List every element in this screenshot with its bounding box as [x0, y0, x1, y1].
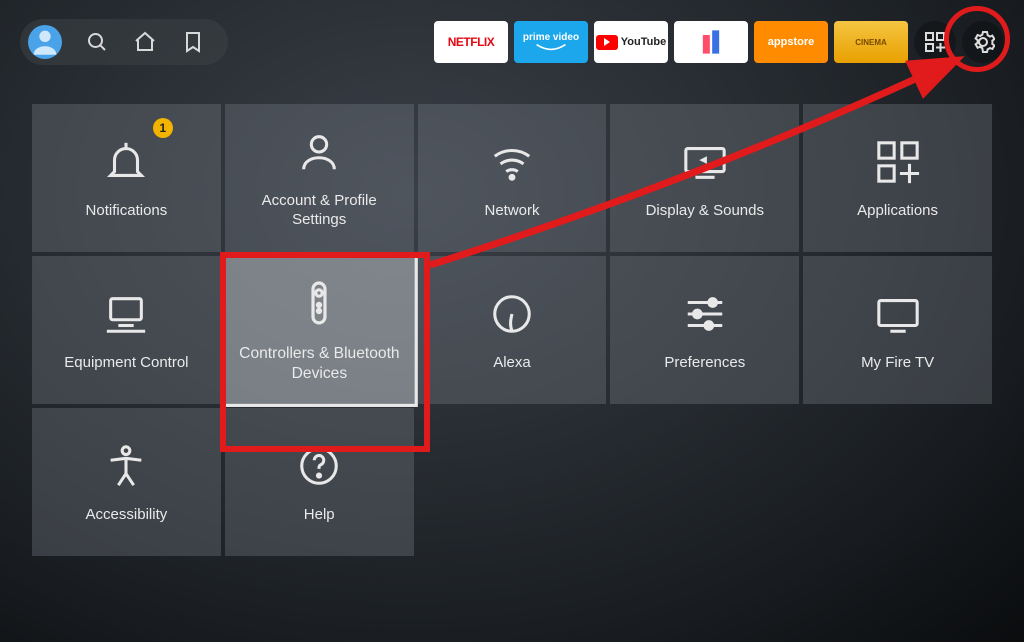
bookmark-button[interactable]	[180, 29, 206, 55]
tile-label: Alexa	[493, 354, 531, 373]
app-label: YouTube	[621, 36, 666, 48]
tile-preferences[interactable]: Preferences	[610, 256, 799, 404]
bell-icon	[103, 139, 149, 185]
notification-badge: 1	[153, 118, 173, 138]
app-label: prime video	[523, 33, 579, 43]
tile-label: My Fire TV	[861, 354, 934, 373]
alexa-icon	[489, 291, 535, 337]
gear-icon	[971, 30, 995, 54]
tile-label: Controllers & Bluetooth Devices	[236, 345, 402, 384]
tile-account[interactable]: Account & Profile Settings	[225, 104, 414, 252]
tile-label: Preferences	[664, 354, 745, 373]
display-icon	[682, 139, 728, 185]
app-prime-video[interactable]: prime video	[514, 21, 588, 63]
apps-grid-icon	[923, 30, 947, 54]
home-button[interactable]	[132, 29, 158, 55]
youtube-play-icon	[596, 35, 618, 50]
tile-my-fire-tv[interactable]: My Fire TV	[803, 256, 992, 404]
nav-left-cluster	[20, 19, 228, 65]
top-nav-bar: NETFLIX prime video YouTube appstore CIN…	[20, 18, 1004, 66]
tile-label: Notifications	[86, 202, 168, 221]
avatar-icon	[28, 25, 62, 59]
tile-equipment[interactable]: Equipment Control	[32, 256, 221, 404]
app-label: appstore	[768, 36, 814, 48]
settings-gear-button[interactable]	[962, 21, 1004, 63]
tile-label: Display & Sounds	[646, 202, 764, 221]
remote-icon	[295, 279, 343, 327]
profile-avatar[interactable]	[28, 25, 62, 59]
app-label: CINEMA	[855, 38, 887, 47]
help-icon	[296, 443, 342, 489]
settings-grid: 1 Notifications Account & Profile Settin…	[32, 104, 992, 556]
accessibility-icon	[103, 443, 149, 489]
tile-label: Help	[304, 506, 335, 525]
all-apps-button[interactable]	[914, 21, 956, 63]
account-icon	[296, 129, 342, 175]
app-cinema[interactable]: CINEMA	[834, 21, 908, 63]
app-youtube[interactable]: YouTube	[594, 21, 668, 63]
sliders-icon	[682, 291, 728, 337]
tile-display[interactable]: Display & Sounds	[610, 104, 799, 252]
prime-smile-icon	[534, 43, 568, 51]
tile-notifications[interactable]: 1 Notifications	[32, 104, 221, 252]
tile-help[interactable]: Help	[225, 408, 414, 556]
tile-label: Accessibility	[86, 506, 168, 525]
tv-icon	[875, 291, 921, 337]
tile-network[interactable]: Network	[418, 104, 607, 252]
app-watch[interactable]	[674, 21, 748, 63]
app-shortcut-strip: NETFLIX prime video YouTube appstore CIN…	[434, 21, 1004, 63]
tile-label: Account & Profile Settings	[239, 192, 399, 230]
home-icon	[133, 30, 157, 54]
app-netflix[interactable]: NETFLIX	[434, 21, 508, 63]
tile-alexa[interactable]: Alexa	[418, 256, 607, 404]
bookmark-icon	[181, 30, 205, 54]
watch-app-icon	[697, 28, 725, 56]
applications-icon	[875, 139, 921, 185]
tile-label: Equipment Control	[64, 354, 188, 373]
tile-controllers[interactable]: Controllers & Bluetooth Devices	[221, 253, 417, 407]
tile-label: Network	[484, 202, 539, 221]
wifi-icon	[489, 139, 535, 185]
tile-accessibility[interactable]: Accessibility	[32, 408, 221, 556]
tile-label: Applications	[857, 202, 938, 221]
app-appstore[interactable]: appstore	[754, 21, 828, 63]
tile-applications[interactable]: Applications	[803, 104, 992, 252]
search-button[interactable]	[84, 29, 110, 55]
equipment-icon	[103, 291, 149, 337]
search-icon	[85, 30, 109, 54]
app-label: NETFLIX	[448, 35, 495, 49]
